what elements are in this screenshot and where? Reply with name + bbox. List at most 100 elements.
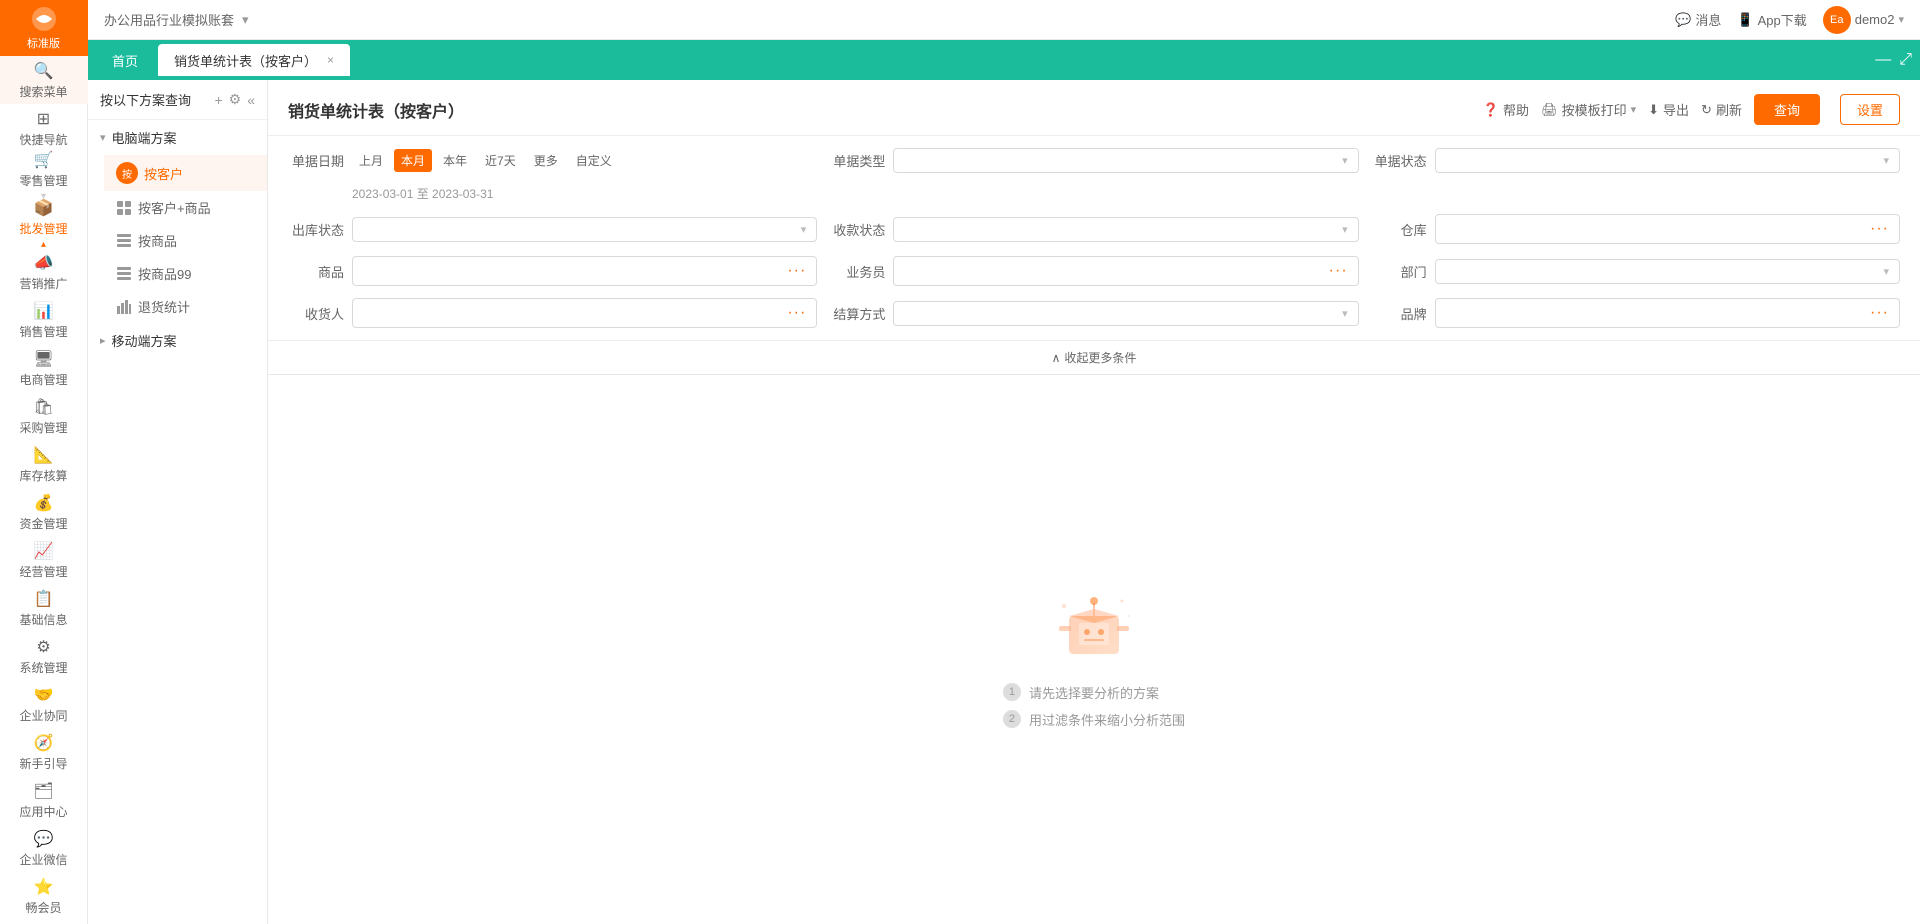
tab-home[interactable]: 首页: [96, 44, 154, 76]
sidebar-item-label: 基础信息: [19, 611, 67, 628]
order-type-chevron: ▾: [1342, 154, 1348, 167]
sidebar-item-label: 企业协同: [19, 707, 67, 724]
order-status-chevron: ▾: [1883, 154, 1889, 167]
brand-dots[interactable]: ···: [1870, 304, 1889, 322]
query-button[interactable]: 查询: [1754, 94, 1820, 125]
sidebar-item-basic[interactable]: 📋 基础信息: [0, 584, 88, 632]
print-btn[interactable]: 🖨 按模板打印 ▾: [1541, 100, 1636, 119]
filter-department: 部门 ▾: [1371, 256, 1900, 286]
user-avatar: Ea: [1823, 6, 1851, 34]
industry-dropdown-icon[interactable]: ▾: [242, 12, 249, 28]
settlement-select[interactable]: ▾: [893, 301, 1358, 326]
sidebar-item-label: 搜索菜单: [19, 83, 67, 100]
page-action-bar: ❓ 帮助 🖨 按模板打印 ▾ ⬇ 导出 ↻ 刷新: [1483, 94, 1900, 125]
page-content: 按以下方案查询 + ⚙ « ▾ 电脑端方案 按 按客户: [88, 80, 1920, 924]
payment-status-select[interactable]: ▾: [893, 217, 1358, 242]
filter-row-4: 收货人 ··· 结算方式 ▾ 品牌: [288, 298, 1900, 328]
vip-icon: ⭐: [34, 877, 54, 897]
sidebar-item-wholesale[interactable]: 📦 批发管理 ▴: [0, 200, 88, 248]
chart-icon: [116, 299, 132, 315]
sidebar-item-wechat[interactable]: 💬 企业微信: [0, 824, 88, 872]
tree-item-by-product[interactable]: 按商品: [104, 224, 267, 257]
date-tab-last7[interactable]: 近7天: [478, 149, 523, 172]
date-tab-last-month[interactable]: 上月: [352, 149, 390, 172]
empty-state: 1 请先选择要分析的方案 2 用过滤条件来缩小分析范围: [268, 375, 1920, 924]
date-tab-this-year[interactable]: 本年: [436, 149, 474, 172]
tab-close-icon[interactable]: ×: [327, 53, 334, 67]
brand-label: 品牌: [1371, 304, 1427, 323]
sidebar-item-label: 零售管理: [19, 172, 67, 189]
out-status-chevron: ▾: [801, 223, 807, 236]
tree-item-by-product99[interactable]: 按商品99: [104, 257, 267, 290]
sidebar-item-nav[interactable]: ⊞ 快捷导航: [0, 104, 88, 152]
sidebar-item-apps[interactable]: 🗂 应用中心: [0, 776, 88, 824]
tree-section-mobile[interactable]: ▸ 移动端方案: [88, 323, 267, 358]
order-type-select[interactable]: ▾: [893, 148, 1358, 173]
date-tab-more[interactable]: 更多: [527, 149, 565, 172]
salesperson-select[interactable]: ···: [893, 256, 1358, 286]
add-scheme-icon[interactable]: +: [214, 92, 222, 108]
salesperson-label: 业务员: [829, 262, 885, 281]
tab-maximize-btn[interactable]: ⤢: [1899, 51, 1912, 69]
tree-item-by-customer[interactable]: 按 按客户: [104, 155, 267, 191]
refresh-btn[interactable]: ↻ 刷新: [1701, 100, 1742, 119]
filter-area: 单据日期 上月 本月 本年 近7天 更多 自定义 单据类型: [268, 136, 1920, 341]
system-icon: ⚙: [36, 637, 50, 657]
home-tab-label: 首页: [112, 51, 138, 70]
tree-item-by-customer-product[interactable]: 按客户+商品: [104, 191, 267, 224]
sidebar-item-purchase[interactable]: 🛍 采购管理: [0, 392, 88, 440]
order-status-select[interactable]: ▾: [1435, 148, 1900, 173]
export-btn[interactable]: ⬇ 导出: [1648, 100, 1689, 119]
app-download-btn[interactable]: 📱 App下载: [1737, 10, 1806, 29]
sidebar-item-sales[interactable]: 📊 销售管理: [0, 296, 88, 344]
sidebar-item-search[interactable]: 🔍 搜索菜单: [0, 56, 88, 104]
goods-dots[interactable]: ···: [787, 262, 806, 280]
sidebar-item-inventory[interactable]: 📐 库存核算: [0, 440, 88, 488]
tree-section-pc[interactable]: ▾ 电脑端方案: [88, 120, 267, 155]
tip-text-2: 用过滤条件来缩小分析范围: [1029, 710, 1185, 729]
warehouse-select[interactable]: ···: [1435, 214, 1900, 244]
sidebar-item-coop[interactable]: 🤝 企业协同: [0, 680, 88, 728]
purchase-icon: 🛍: [33, 397, 53, 417]
date-tab-custom[interactable]: 自定义: [569, 149, 619, 172]
settings-button[interactable]: 设置: [1840, 94, 1900, 125]
empty-tip-1: 1 请先选择要分析的方案: [1003, 683, 1185, 702]
tab-active[interactable]: 销货单统计表（按客户） ×: [158, 44, 350, 76]
receiver-dots[interactable]: ···: [787, 304, 806, 322]
help-btn[interactable]: ❓ 帮助: [1483, 100, 1529, 119]
goods-label: 商品: [288, 262, 344, 281]
sidebar-item-system[interactable]: ⚙ 系统管理: [0, 632, 88, 680]
left-panel-icons: + ⚙ «: [214, 91, 255, 108]
department-select[interactable]: ▾: [1435, 259, 1900, 284]
tree-children-pc: 按 按客户 按客户+商品 按商品: [88, 155, 267, 323]
message-btn[interactable]: 💬 消息: [1675, 10, 1721, 29]
tab-minimize-btn[interactable]: —: [1875, 51, 1891, 69]
sidebar-item-finance[interactable]: 💰 资金管理: [0, 488, 88, 536]
goods-select[interactable]: ···: [352, 256, 817, 286]
receiver-select[interactable]: ···: [352, 298, 817, 328]
collapse-bar[interactable]: ∧ 收起更多条件: [268, 341, 1920, 375]
sidebar-item-label: 系统管理: [19, 659, 67, 676]
right-content: 销货单统计表（按客户） ❓ 帮助 🖨 按模板打印 ▾ ⬇ 导出: [268, 80, 1920, 924]
sidebar-item-vip[interactable]: ⭐ 畅会员: [0, 872, 88, 920]
sidebar-item-marketing[interactable]: 📣 营销推广: [0, 248, 88, 296]
sidebar-item-label: 采购管理: [19, 419, 67, 436]
filter-receiver: 收货人 ···: [288, 298, 817, 328]
sidebar-item-ecommerce[interactable]: 🖥 电商管理: [0, 344, 88, 392]
out-status-select[interactable]: ▾: [352, 217, 817, 242]
warehouse-dots[interactable]: ···: [1870, 220, 1889, 238]
user-menu[interactable]: Ea demo2 ▾: [1823, 6, 1904, 34]
sidebar-item-retail[interactable]: 🛒 零售管理 ▾: [0, 152, 88, 200]
salesperson-dots[interactable]: ···: [1329, 262, 1348, 280]
page-header: 销货单统计表（按客户） ❓ 帮助 🖨 按模板打印 ▾ ⬇ 导出: [268, 80, 1920, 136]
collapse-panel-icon[interactable]: «: [247, 92, 255, 108]
user-dropdown-icon: ▾: [1898, 13, 1904, 26]
sidebar-item-guide[interactable]: 🧭 新手引导: [0, 728, 88, 776]
tree-item-returns[interactable]: 退货统计: [104, 290, 267, 323]
settings-scheme-icon[interactable]: ⚙: [229, 91, 242, 108]
sidebar-item-ops[interactable]: 📈 经营管理: [0, 536, 88, 584]
settlement-chevron: ▾: [1342, 307, 1348, 320]
date-range-display: 2023-03-01 至 2023-03-31: [352, 185, 1900, 202]
date-tab-this-month[interactable]: 本月: [394, 149, 432, 172]
brand-select[interactable]: ···: [1435, 298, 1900, 328]
